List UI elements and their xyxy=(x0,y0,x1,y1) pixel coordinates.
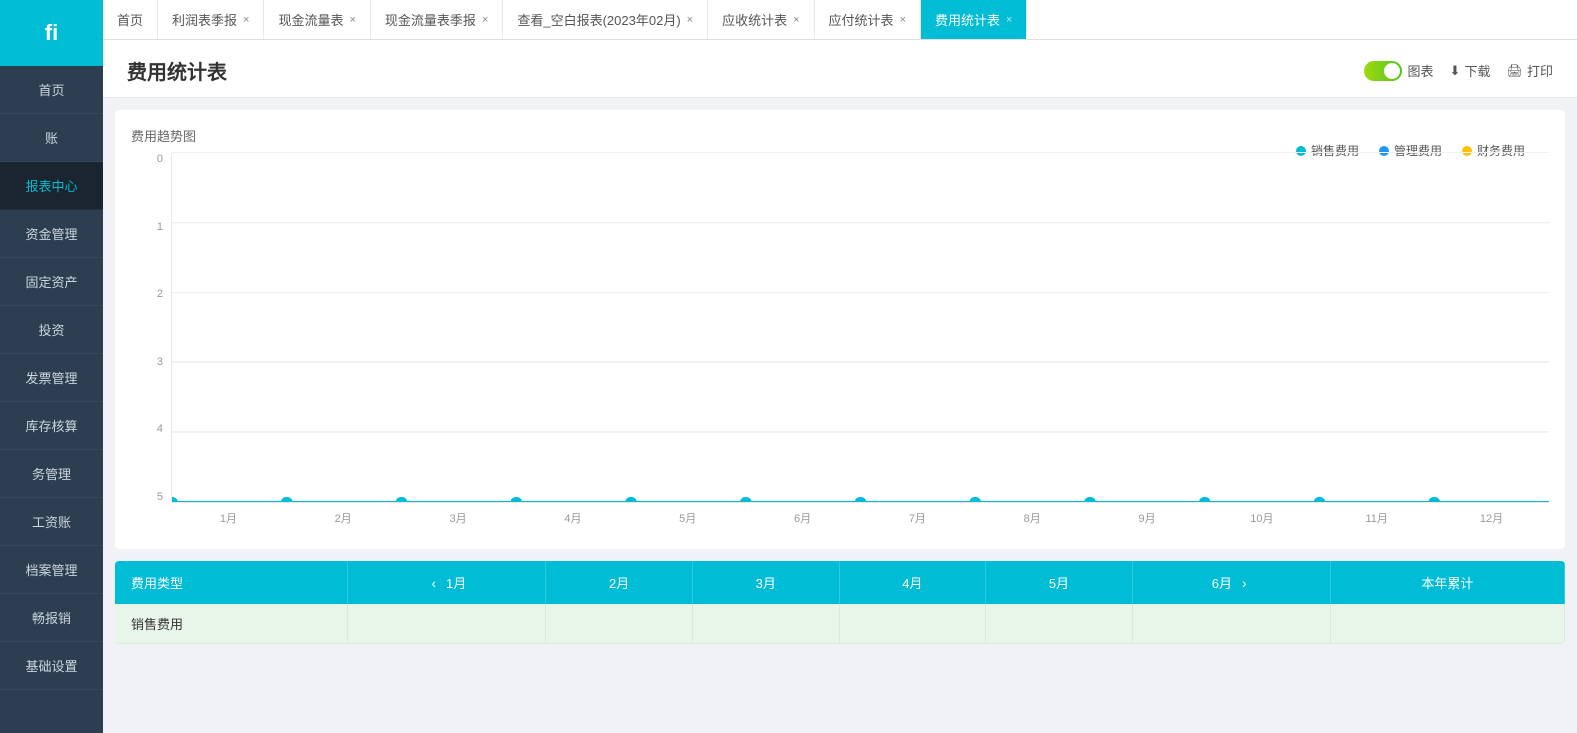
cell-ytd xyxy=(1330,604,1564,644)
tab-profit-quarterly[interactable]: 利润表季报 × xyxy=(158,0,264,39)
col-month-6: 6月 › xyxy=(1132,561,1330,604)
sidebar-item-investment[interactable]: 投资 xyxy=(0,306,103,354)
x-label-1: 1月 xyxy=(171,510,286,526)
page-header: 费用统计表 图表 ⬇ 下载 🖨 打印 xyxy=(103,40,1577,98)
x-label-10: 10月 xyxy=(1204,510,1319,526)
y-label-3: 3 xyxy=(157,356,163,368)
chart-wrap: 5 4 3 2 1 0 xyxy=(131,153,1549,533)
col-1-nav: ‹ 1月 xyxy=(364,573,529,592)
col-ytd: 本年累计 xyxy=(1330,561,1564,604)
x-axis: 1月 2月 3月 4月 5月 6月 7月 8月 9月 10月 11月 12月 xyxy=(171,503,1549,533)
download-icon: ⬇ xyxy=(1450,63,1461,79)
x-label-5: 5月 xyxy=(630,510,745,526)
cell-expense-type: 销售费用 xyxy=(115,604,348,644)
chart-toggle-label: 图表 xyxy=(1408,61,1434,80)
next-month-button[interactable]: › xyxy=(1238,575,1251,591)
y-label-0: 0 xyxy=(157,153,163,165)
cell-m6 xyxy=(1132,604,1330,644)
sidebar-logo: fi xyxy=(0,0,103,66)
chart-area xyxy=(171,153,1549,503)
sidebar-item-account[interactable]: 账 xyxy=(0,114,103,162)
tab-cash-flow-quarterly[interactable]: 现金流量表季报 × xyxy=(371,0,503,39)
x-label-12: 12月 xyxy=(1434,510,1549,526)
tab-payable[interactable]: 应付统计表 × xyxy=(815,0,921,39)
sidebar-item-fixed-assets[interactable]: 固定资产 xyxy=(0,258,103,306)
chart-section: 费用趋势图 销售费用 管理费用 财务费用 xyxy=(115,110,1565,549)
chart-svg xyxy=(172,153,1549,502)
print-button[interactable]: 🖨 打印 xyxy=(1506,61,1553,80)
sidebar-item-service-management[interactable]: 务管理 xyxy=(0,450,103,498)
sidebar-item-inventory[interactable]: 库存核算 xyxy=(0,402,103,450)
tab-home[interactable]: 首页 xyxy=(103,0,158,39)
expense-table: 费用类型 ‹ 1月 2月 3月 4月 5月 xyxy=(115,561,1565,644)
tab-bar: 首页 利润表季报 × 现金流量表 × 现金流量表季报 × 查看_空白报表(202… xyxy=(103,0,1577,40)
col-month-2: 2月 xyxy=(546,561,693,604)
y-label-5: 5 xyxy=(157,491,163,503)
x-label-7: 7月 xyxy=(860,510,975,526)
col-6-nav: 6月 › xyxy=(1149,573,1314,592)
x-label-9: 9月 xyxy=(1090,510,1205,526)
tab-close-payable[interactable]: × xyxy=(900,14,906,26)
tab-blank-report[interactable]: 查看_空白报表(2023年02月) × xyxy=(503,0,708,39)
sidebar-item-fund-management[interactable]: 资金管理 xyxy=(0,210,103,258)
tab-close-expense[interactable]: × xyxy=(1006,14,1012,26)
y-label-1: 1 xyxy=(157,221,163,233)
prev-month-button[interactable]: ‹ xyxy=(427,575,440,591)
col-month-1: ‹ 1月 xyxy=(348,561,546,604)
sidebar-item-invoice-management[interactable]: 发票管理 xyxy=(0,354,103,402)
tab-close-cash-flow[interactable]: × xyxy=(349,14,355,26)
tab-close-cash-flow-quarterly[interactable]: × xyxy=(482,14,488,26)
sidebar: fi 首页 账 报表中心 资金管理 固定资产 投资 发票管理 库存核算 务管理 … xyxy=(0,0,103,733)
cell-m2 xyxy=(546,604,693,644)
chart-toggle[interactable] xyxy=(1364,61,1402,81)
tab-expense[interactable]: 费用统计表 × xyxy=(921,0,1027,39)
table-row-sales: 销售费用 xyxy=(115,604,1565,644)
col-month-3: 3月 xyxy=(692,561,839,604)
x-label-6: 6月 xyxy=(745,510,860,526)
cell-m4 xyxy=(839,604,986,644)
tab-receivable[interactable]: 应收统计表 × xyxy=(708,0,814,39)
sidebar-item-archive-management[interactable]: 档案管理 xyxy=(0,546,103,594)
cell-m5 xyxy=(986,604,1133,644)
download-button[interactable]: ⬇ 下载 xyxy=(1450,61,1491,80)
y-label-4: 4 xyxy=(157,423,163,435)
x-label-8: 8月 xyxy=(975,510,1090,526)
page-title: 费用统计表 xyxy=(127,56,227,85)
cell-m3 xyxy=(692,604,839,644)
sidebar-item-basic-settings[interactable]: 基础设置 xyxy=(0,642,103,690)
sidebar-item-sales[interactable]: 畅报销 xyxy=(0,594,103,642)
x-label-4: 4月 xyxy=(515,510,630,526)
table-header-row: 费用类型 ‹ 1月 2月 3月 4月 5月 xyxy=(115,561,1565,604)
sidebar-item-report-center[interactable]: 报表中心 xyxy=(0,162,103,210)
sidebar-item-payroll[interactable]: 工资账 xyxy=(0,498,103,546)
x-label-3: 3月 xyxy=(401,510,516,526)
chart-toggle-wrap: 图表 xyxy=(1364,61,1434,81)
main-area: 首页 利润表季报 × 现金流量表 × 现金流量表季报 × 查看_空白报表(202… xyxy=(103,0,1577,733)
x-label-11: 11月 xyxy=(1319,510,1434,526)
col-month-4: 4月 xyxy=(839,561,986,604)
y-label-2: 2 xyxy=(157,288,163,300)
table-section: 费用类型 ‹ 1月 2月 3月 4月 5月 xyxy=(115,561,1565,644)
page-content: 费用统计表 图表 ⬇ 下载 🖨 打印 费用趋势图 xyxy=(103,40,1577,733)
sidebar-item-home[interactable]: 首页 xyxy=(0,66,103,114)
tab-close-blank-report[interactable]: × xyxy=(687,14,693,26)
y-axis: 5 4 3 2 1 0 xyxy=(131,153,171,503)
print-icon: 🖨 xyxy=(1506,63,1523,79)
tab-close-profit-quarterly[interactable]: × xyxy=(243,14,249,26)
cell-m1 xyxy=(348,604,546,644)
x-label-2: 2月 xyxy=(286,510,401,526)
header-actions: 图表 ⬇ 下载 🖨 打印 xyxy=(1364,61,1553,81)
tab-cash-flow[interactable]: 现金流量表 × xyxy=(264,0,370,39)
col-expense-type: 费用类型 xyxy=(115,561,348,604)
tab-close-receivable[interactable]: × xyxy=(793,14,799,26)
col-month-5: 5月 xyxy=(986,561,1133,604)
